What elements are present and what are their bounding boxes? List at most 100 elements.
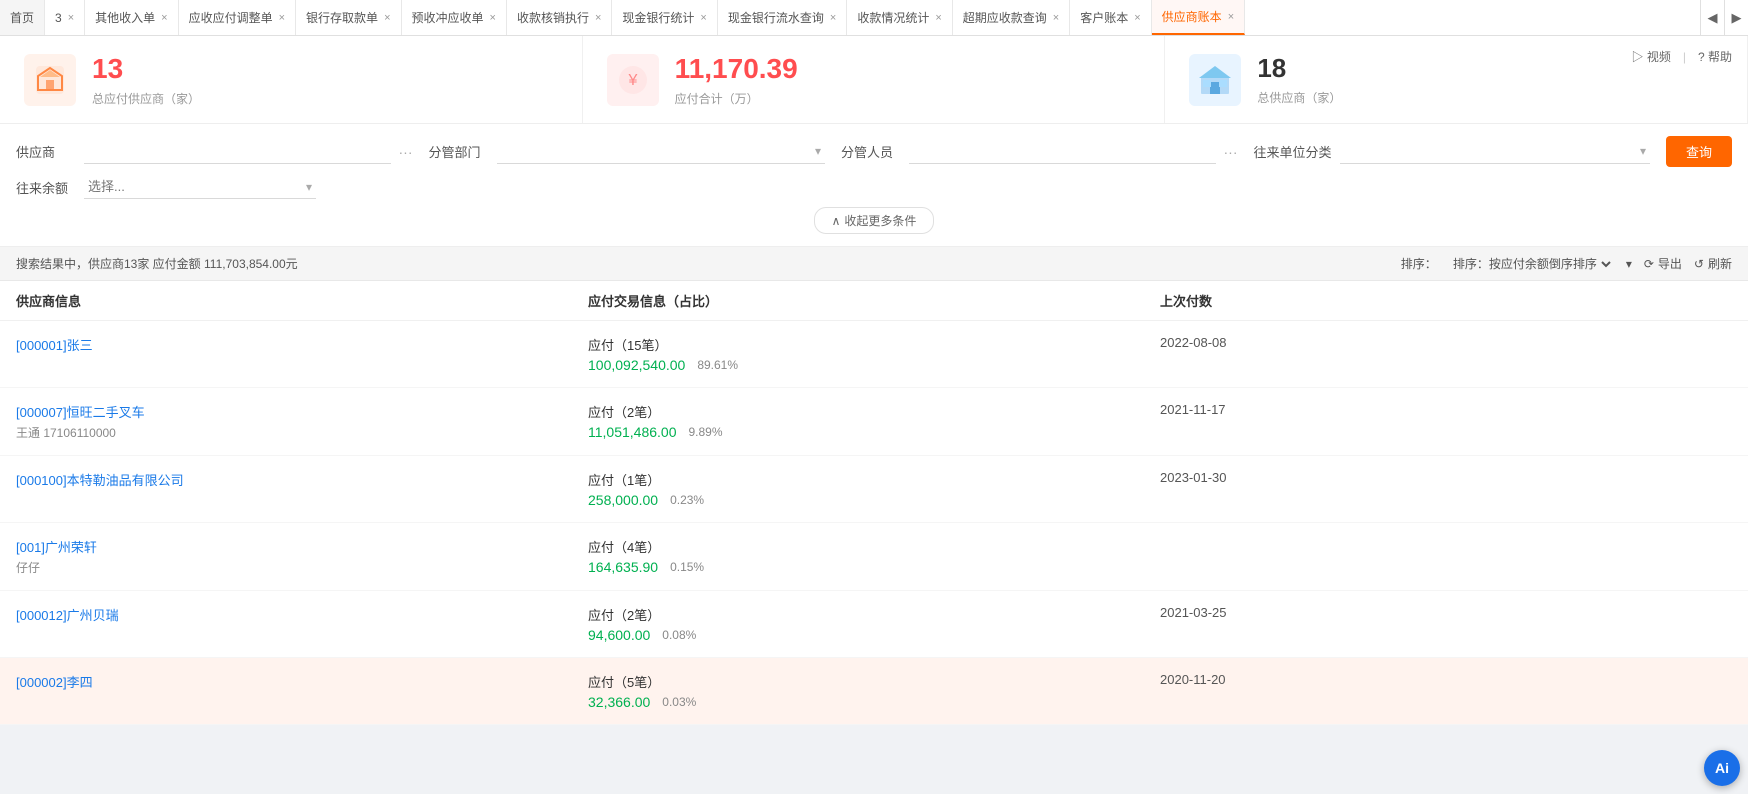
supplier-link[interactable]: [000007]恒旺二手叉车 [16,405,145,420]
refresh-button[interactable]: ↺ 刷新 [1694,255,1732,272]
close-icon[interactable]: × [1053,12,1059,24]
person-input[interactable] [909,140,1216,164]
export-button[interactable]: ⟳ 导出 [1644,255,1682,272]
tx-info-cell: 应付（2笔） 94,600.00 0.08% [588,605,1160,643]
ap-suppliers-label: 总应付供应商（家） [92,90,200,107]
last-pay-cell: 2020-11-20 [1160,672,1732,687]
close-icon[interactable]: × [830,12,836,24]
nav-right-arrow[interactable]: ▶ [1724,0,1748,36]
supplier-icon [24,54,76,106]
nav-tab-supplier-ledger[interactable]: 供应商账本 × [1152,0,1245,35]
supplier-info-cell: [000002]李四 [16,672,588,691]
nav-tab-3[interactable]: 3 × [45,0,85,35]
supplier-link[interactable]: [001]广州荣轩 [16,540,97,555]
close-icon[interactable]: × [700,12,706,24]
video-link[interactable]: ▷ 视频 [1631,48,1670,65]
tx-count: 应付（1笔） [588,470,1160,489]
nav-tab-other-income[interactable]: 其他收入单 × [85,0,178,35]
supplier-more-icon[interactable]: ··· [399,144,413,160]
collapse-button[interactable]: ∧ 收起更多条件 [814,207,934,234]
nav-tab-home[interactable]: 首页 [0,0,45,35]
ap-suppliers-text: 13 总应付供应商（家） [92,52,200,107]
table-row: [000012]广州贝瑞 应付（2笔） 94,600.00 0.08% 2021… [0,591,1748,658]
supplier-link[interactable]: [000100]本特勒油品有限公司 [16,473,184,488]
summary-item-ap-total: ¥ 11,170.39 应付合计（万） [583,36,1166,123]
tx-pct: 0.15% [670,560,704,574]
close-icon[interactable]: × [161,12,167,24]
tx-amount-link[interactable]: 100,092,540.00 [588,357,685,373]
close-icon[interactable]: × [1134,12,1140,24]
chevron-down-icon-2[interactable]: ▾ [1636,144,1650,158]
close-icon[interactable]: × [490,12,496,24]
tx-count: 应付（2笔） [588,402,1160,421]
nav-tab-cash-stats[interactable]: 现金银行统计 × [612,0,717,35]
dept-select[interactable]: ▾ [497,140,826,164]
dept-filter-label: 分管部门 [429,142,489,161]
money-icon: ¥ [607,54,659,106]
supplier-link[interactable]: [000001]张三 [16,338,93,353]
table-header: 供应商信息 应付交易信息（占比） 上次付数 [0,281,1748,321]
query-button[interactable]: 查询 [1666,136,1732,167]
table-row: [000002]李四 应付（5笔） 32,366.00 0.03% 2020-1… [0,658,1748,725]
close-icon[interactable]: × [384,12,390,24]
supplier-info-cell: [001]广州荣轩 仔仔 [16,537,588,576]
close-icon[interactable]: × [279,12,285,24]
nav-left-arrow[interactable]: ◀ [1700,0,1724,36]
table-row: [000007]恒旺二手叉车 王通 17106110000 应付（2笔） 11,… [0,388,1748,456]
main-content: 13 总应付供应商（家） ¥ 11,170.39 应付合计（万） [0,36,1748,794]
nav-tab-ar-ap-adjust[interactable]: 应收应付调整单 × [179,0,296,35]
category-input[interactable] [1340,140,1636,163]
last-pay-date: 2021-11-17 [1160,402,1226,417]
sort-select[interactable]: 排序：按应付余额倒序排序 [1449,256,1614,272]
last-pay-cell: 2021-11-17 [1160,402,1732,417]
person-more-icon[interactable]: ··· [1224,144,1238,160]
tx-amount-link[interactable]: 164,635.90 [588,559,658,575]
supplier-filter-label: 供应商 [16,142,76,161]
filter-area: 供应商 ··· 分管部门 ▾ 分管人员 ··· 往来单位分类 [0,124,1748,247]
last-pay-cell: 2021-03-25 [1160,605,1732,620]
balance-input[interactable] [84,175,302,198]
total-suppliers-label: 总供应商（家） [1257,89,1341,106]
nav-tab-customer-ledger[interactable]: 客户账本 × [1070,0,1151,35]
supplier-info-cell: [000100]本特勒油品有限公司 [16,470,588,489]
supplier-link[interactable]: [000012]广州贝瑞 [16,608,119,623]
ap-total-label: 应付合计（万） [675,90,798,107]
nav-scroll-arrows: ◀ ▶ [1700,0,1748,36]
ap-total-number: 11,170.39 [675,52,798,86]
last-pay-cell: 2022-08-08 [1160,335,1732,350]
close-icon[interactable]: × [1228,11,1234,23]
dept-input[interactable] [497,140,811,163]
nav-tab-overdue-ar[interactable]: 超期应收款查询 × [953,0,1070,35]
help-link[interactable]: ? 帮助 [1698,48,1732,65]
filter-person: 分管人员 ··· [841,140,1238,164]
top-navigation: 首页 3 × 其他收入单 × 应收应付调整单 × 银行存取款单 × 预收冲应收单… [0,0,1748,36]
close-icon[interactable]: × [595,12,601,24]
supplier-link[interactable]: [000002]李四 [16,675,93,690]
filter-category: 往来单位分类 ▾ [1254,140,1651,164]
nav-tab-receipt-stats[interactable]: 收款情况统计 × [847,0,952,35]
tx-amount-link[interactable]: 94,600.00 [588,627,650,643]
supplier-info-cell: [000001]张三 [16,335,588,354]
result-summary-text: 搜索结果中，供应商13家 应付金额 111,703,854.00元 [16,255,298,272]
chevron-down-icon-3[interactable]: ▾ [302,180,316,194]
balance-select[interactable]: ▾ [84,175,316,199]
supplier-input[interactable] [84,140,391,164]
tx-amount-link[interactable]: 11,051,486.00 [588,424,677,440]
nav-tab-prepay-offset[interactable]: 预收冲应收单 × [402,0,507,35]
tx-info-cell: 应付（2笔） 11,051,486.00 9.89% [588,402,1160,440]
supplier-info-cell: [000012]广州贝瑞 [16,605,588,624]
ai-button[interactable]: Ai [1704,750,1740,786]
store-icon [1189,54,1241,106]
nav-tab-receipt-exec[interactable]: 收款核销执行 × [507,0,612,35]
summary-item-ap-suppliers: 13 总应付供应商（家） [0,36,583,123]
close-icon[interactable]: × [68,12,74,24]
category-select[interactable]: ▾ [1340,140,1650,164]
tx-amount-link[interactable]: 32,366.00 [588,694,650,710]
chevron-down-icon[interactable]: ▾ [811,144,825,158]
category-filter-label: 往来单位分类 [1254,142,1332,161]
nav-tab-cash-flow[interactable]: 现金银行流水查询 × [718,0,847,35]
tx-amount-link[interactable]: 258,000.00 [588,492,658,508]
close-icon[interactable]: × [935,12,941,24]
tx-info-cell: 应付（5笔） 32,366.00 0.03% [588,672,1160,710]
nav-tab-bank-deposit[interactable]: 银行存取款单 × [296,0,401,35]
